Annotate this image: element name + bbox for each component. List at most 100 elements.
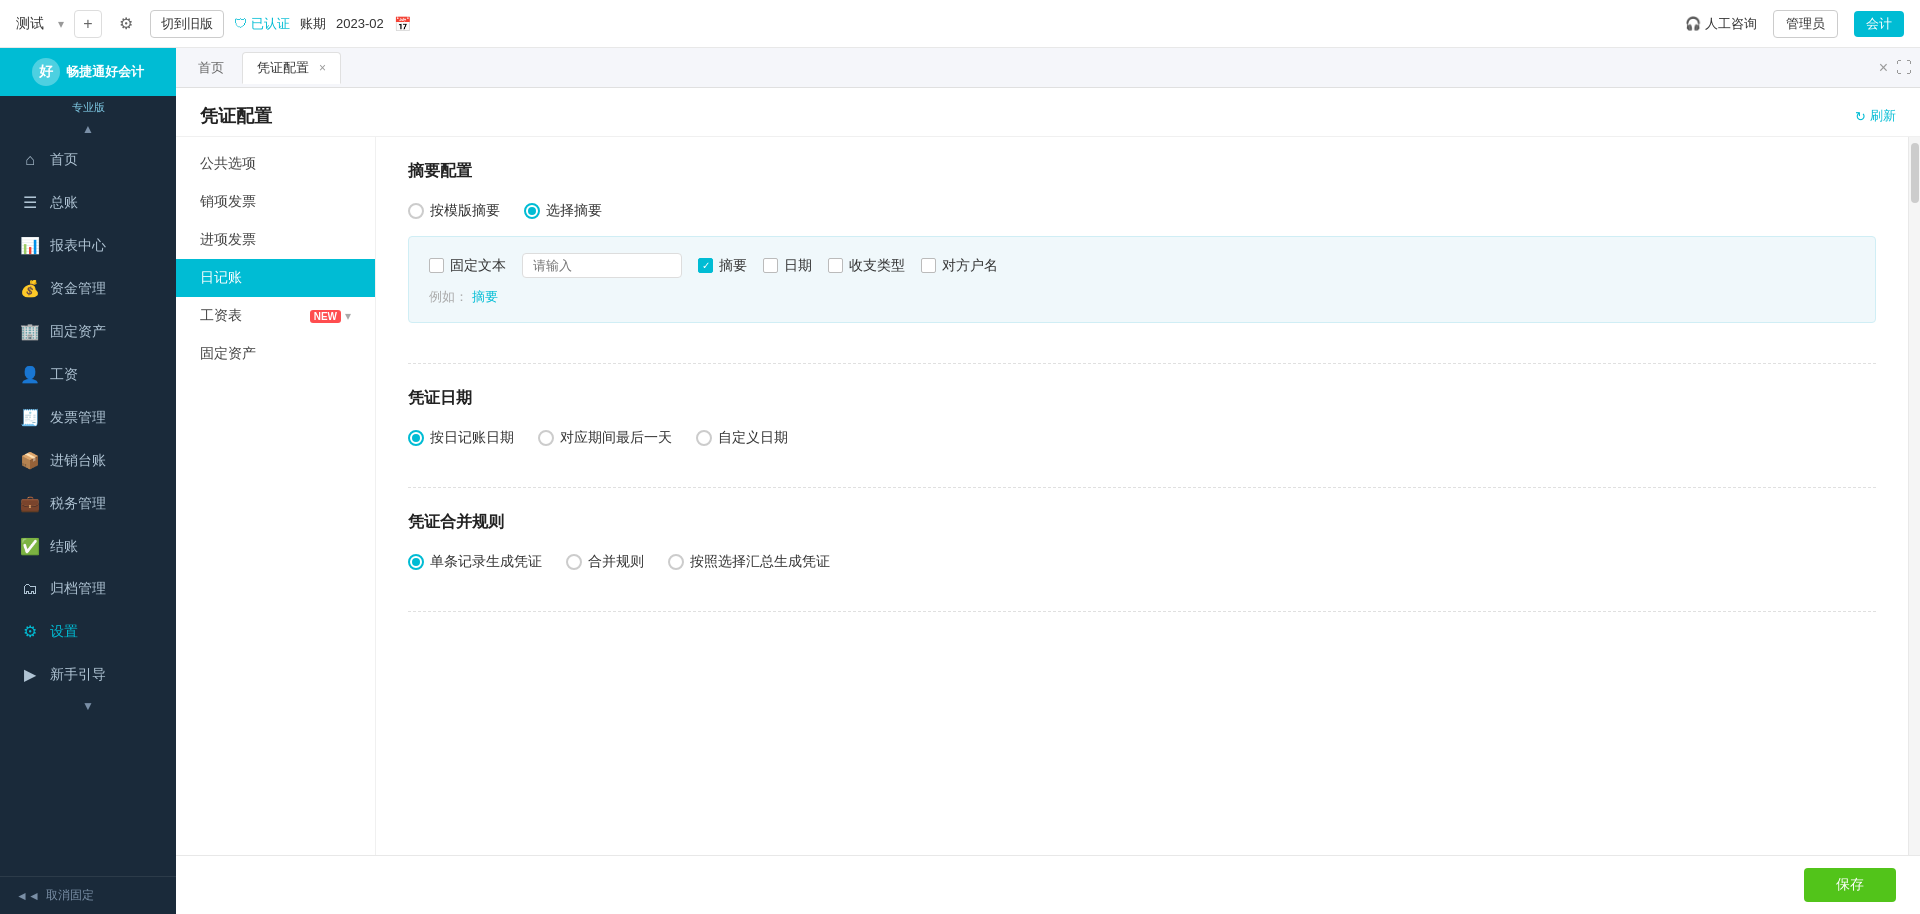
radio-by-date[interactable]: 按日记账日期	[408, 429, 514, 447]
counterpart-checkbox	[921, 258, 936, 273]
sidebar-item-invoice[interactable]: 🧾 发票管理	[0, 396, 176, 439]
expand-icon[interactable]: ⛶	[1896, 59, 1912, 77]
radio-merge-rule[interactable]: 合并规则	[566, 553, 644, 571]
radio-period-last-circle	[538, 430, 554, 446]
radio-template-circle	[408, 203, 424, 219]
nav-diary[interactable]: 日记账	[176, 259, 375, 297]
sidebar-item-report[interactable]: 📊 报表中心	[0, 224, 176, 267]
logo-text: 畅捷通好会计	[66, 63, 144, 81]
tab-close-icon[interactable]: ×	[319, 61, 326, 75]
sidebar-item-sales-purchase[interactable]: 📦 进销台账	[0, 439, 176, 482]
home-icon: ⌂	[20, 151, 40, 169]
top-header-right: 🎧 人工咨询 管理员 会计	[1685, 10, 1904, 38]
radio-single-record[interactable]: 单条记录生成凭证	[408, 553, 542, 571]
sidebar-item-tax[interactable]: 💼 税务管理	[0, 482, 176, 525]
fixed-text-checkbox	[429, 258, 444, 273]
summary-checkbox	[698, 258, 713, 273]
example-text: 例如： 摘要	[429, 288, 1855, 306]
sidebar-item-payroll[interactable]: 👤 工资	[0, 353, 176, 396]
settlement-icon: ✅	[20, 537, 40, 556]
close-panel-icon[interactable]: ×	[1879, 59, 1888, 77]
page-title: 凭证配置	[200, 104, 272, 128]
voucher-date-section: 凭证日期 按日记账日期 对应期间最后一天	[408, 388, 1876, 447]
fixed-text-input[interactable]	[522, 253, 682, 278]
sidebar-item-archive[interactable]: 🗂 归档管理	[0, 568, 176, 610]
ledger-icon: ☰	[20, 193, 40, 212]
checkbox-summary[interactable]: 摘要	[698, 257, 747, 275]
radio-single-circle	[408, 554, 424, 570]
radio-select-circle	[524, 203, 540, 219]
settings-icon[interactable]: ⚙	[112, 10, 140, 38]
payroll-icon: 👤	[20, 365, 40, 384]
nav-purchase-invoice[interactable]: 进项发票	[176, 221, 375, 259]
merge-rule-section: 凭证合并规则 单条记录生成凭证 合并规则	[408, 512, 1876, 571]
checkbox-fixed-text[interactable]: 固定文本	[429, 257, 506, 275]
accountant-button[interactable]: 会计	[1854, 11, 1904, 37]
period-value: 2023-02	[336, 16, 384, 31]
merge-rule-radio-group: 单条记录生成凭证 合并规则 按照选择汇总生成凭证	[408, 553, 1876, 571]
page-inner: 凭证配置 ↻ 刷新 公共选项 销项发票	[176, 88, 1920, 914]
right-panel: 首页 凭证配置 × × ⛶ 凭证配置 ↻ 刷新	[176, 48, 1920, 914]
radio-custom-date[interactable]: 自定义日期	[696, 429, 788, 447]
logo-icon: 好	[32, 58, 60, 86]
tab-bar: 首页 凭证配置 × × ⛶	[176, 48, 1920, 88]
summary-row: 固定文本 摘要 日期	[429, 253, 1855, 278]
save-button[interactable]: 保存	[1804, 868, 1896, 902]
nav-fixed-assets[interactable]: 固定资产	[176, 335, 375, 373]
shield-icon: 🛡	[234, 16, 247, 31]
sidebar-scroll-down[interactable]: ▼	[0, 696, 176, 716]
sidebar-item-settings[interactable]: ⚙ 设置	[0, 610, 176, 653]
sidebar-item-settlement[interactable]: ✅ 结账	[0, 525, 176, 568]
add-button[interactable]: +	[74, 10, 102, 38]
radio-select-summary[interactable]: 选择摘要	[524, 202, 602, 220]
calendar-icon[interactable]: 📅	[394, 16, 411, 32]
manager-button[interactable]: 管理员	[1773, 10, 1838, 38]
guide-icon: ▶	[20, 665, 40, 684]
page-header: 凭证配置 ↻ 刷新	[176, 88, 1920, 137]
sidebar-item-capital[interactable]: 💰 资金管理	[0, 267, 176, 310]
radio-select-generate[interactable]: 按照选择汇总生成凭证	[668, 553, 830, 571]
pin-icon: ◄◄	[16, 889, 40, 903]
archive-icon: 🗂	[20, 580, 40, 598]
nav-public[interactable]: 公共选项	[176, 145, 375, 183]
sidebar-item-fixed-assets[interactable]: 🏢 固定资产	[0, 310, 176, 353]
fixed-assets-icon: 🏢	[20, 322, 40, 341]
chevron-salary-icon: ▾	[345, 309, 351, 323]
sidebar-item-guide[interactable]: ▶ 新手引导	[0, 653, 176, 696]
radio-period-last[interactable]: 对应期间最后一天	[538, 429, 672, 447]
config-panel: 摘要配置 按模版摘要 选择摘要	[376, 137, 1908, 855]
service-button[interactable]: 🎧 人工咨询	[1685, 15, 1757, 33]
voucher-date-title: 凭证日期	[408, 388, 1876, 409]
sidebar-item-home[interactable]: ⌂ 首页	[0, 139, 176, 181]
checkbox-counterpart[interactable]: 对方户名	[921, 257, 998, 275]
capital-icon: 💰	[20, 279, 40, 298]
radio-select-gen-circle	[668, 554, 684, 570]
income-type-checkbox	[828, 258, 843, 273]
checkbox-income-type[interactable]: 收支类型	[828, 257, 905, 275]
summary-config-section: 摘要配置 按模版摘要 选择摘要	[408, 161, 1876, 323]
tab-actions: × ⛶	[1879, 59, 1912, 77]
nav-salary-table[interactable]: 工资表 NEW ▾	[176, 297, 375, 335]
invoice-icon: 🧾	[20, 408, 40, 427]
cancel-pin-button[interactable]: ◄◄ 取消固定	[0, 876, 176, 914]
checkbox-date[interactable]: 日期	[763, 257, 812, 275]
right-scrollbar[interactable]	[1908, 137, 1920, 855]
refresh-button[interactable]: ↻ 刷新	[1855, 107, 1896, 125]
tab-voucher-config[interactable]: 凭证配置 ×	[242, 52, 341, 84]
content-area: 凭证配置 ↻ 刷新 公共选项 销项发票	[176, 88, 1920, 914]
switch-old-version-button[interactable]: 切到旧版	[150, 10, 224, 38]
scrollbar-thumb	[1911, 143, 1919, 203]
sidebar-scroll-up[interactable]: ▲	[0, 119, 176, 139]
radio-merge-circle	[566, 554, 582, 570]
top-header: 测试 ▾ + ⚙ 切到旧版 🛡 已认证 账期 2023-02 📅 🎧 人工咨询 …	[0, 0, 1920, 48]
report-icon: 📊	[20, 236, 40, 255]
left-nav: 公共选项 销项发票 进项发票 日记账 工资表	[176, 137, 376, 855]
period-label: 账期	[300, 15, 326, 33]
sidebar-item-ledger[interactable]: ☰ 总账	[0, 181, 176, 224]
summary-section-title: 摘要配置	[408, 161, 1876, 182]
radio-template-summary[interactable]: 按模版摘要	[408, 202, 500, 220]
nav-sales-invoice[interactable]: 销项发票	[176, 183, 375, 221]
chevron-down-icon[interactable]: ▾	[58, 17, 64, 31]
new-badge: NEW	[310, 310, 341, 323]
tab-home[interactable]: 首页	[184, 52, 238, 84]
